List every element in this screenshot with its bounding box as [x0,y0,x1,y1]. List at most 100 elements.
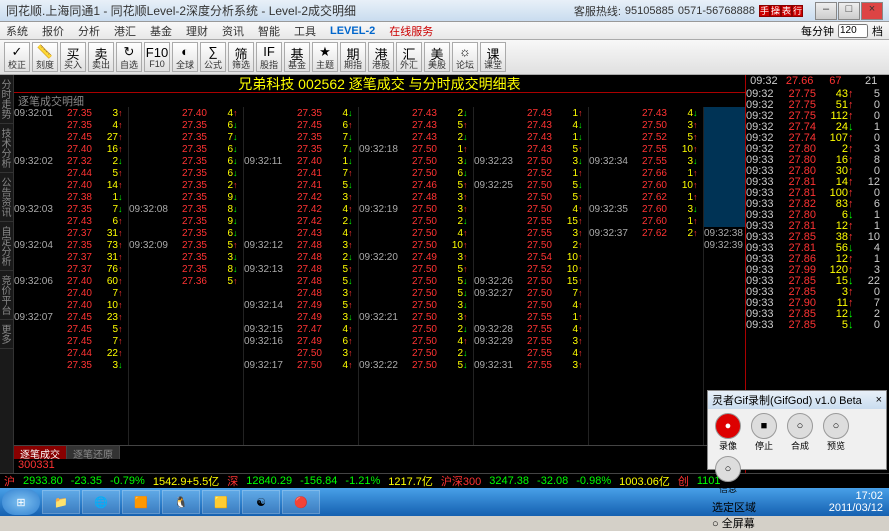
tool-港股[interactable]: 港港股 [368,42,394,72]
主题-icon: ★ [319,44,331,58]
tick-row: 27.676↑ [704,287,745,299]
tick-row: 09:32:1627.496↑ [244,335,358,347]
tool-股指[interactable]: IF股指 [256,42,282,72]
task-icon-5[interactable]: ☯ [242,490,280,514]
tick-row: 27.634↑ [704,155,745,167]
tool-刻度[interactable]: 📏刻度 [32,42,58,72]
tick-row: 27.424↑ [244,203,358,215]
tick-row: 09:32:1827.501↑ [359,143,473,155]
tick-row: 27.358↓ [129,263,243,275]
menu-9[interactable]: LEVEL-2 [330,25,375,37]
mini-表格[interactable]: 表 [781,5,792,17]
tick-row: 27.356↓ [129,227,243,239]
task-icon-4[interactable]: 🟨 [202,490,240,514]
mini-操盘[interactable]: 操 [770,5,781,17]
tick-row: 27.502↓ [359,323,473,335]
task-icon-6[interactable]: 🔴 [282,490,320,514]
gif-预览[interactable]: ○预览 [820,413,852,452]
sidetab-1[interactable]: 技术分析 [0,124,13,173]
gif-停止[interactable]: ■停止 [748,413,780,452]
tool-公式[interactable]: ∑公式 [200,42,226,72]
tool-美股[interactable]: 美美股 [424,42,450,72]
tool-自选[interactable]: ↻自选 [116,42,142,72]
tick-row: 09:32:0627.4060↑ [14,275,128,287]
menu-7[interactable]: 智能 [258,23,280,39]
tick-row: 27.359↓ [129,215,243,227]
menu-4[interactable]: 基金 [150,23,172,39]
tick-row: 27.655↑ [704,179,745,191]
gif-录像[interactable]: ●录像 [712,413,744,452]
rp-row: 09:3227.802↑3 [746,143,889,154]
tick-row: 27.431↓ [474,131,588,143]
sidetab-3[interactable]: 自定分析 [0,222,13,271]
close-button[interactable]: × [861,2,883,20]
status-item: 创 [678,473,689,489]
课堂-icon: 课 [486,44,499,58]
tick-row: 27.357↓ [244,143,358,155]
tick-row: 27.504↑ [474,203,588,215]
refresh-input[interactable] [838,24,868,38]
tick-row: 27.356↓ [129,119,243,131]
gif-opt[interactable]: ○ 全屏幕 [712,518,755,530]
rp-row: 09:3327.853↑0 [746,286,889,297]
sidetab-0[interactable]: 分时走势 [0,75,13,124]
tool-校正[interactable]: ✓校正 [4,42,30,72]
start-button[interactable]: ⊞ [2,489,40,515]
rp-row: 09:3327.8612↑1 [746,253,889,264]
gif-close-icon[interactable]: × [876,394,882,406]
status-item: 3247.38 [489,475,529,487]
minimize-button[interactable]: – [815,2,837,20]
status-item: -23.35 [71,475,102,487]
menu-0[interactable]: 系统 [6,23,28,39]
tick-row: 27.554↑ [474,347,588,359]
sidetab-2[interactable]: 公告资讯 [0,173,13,222]
task-icon-1[interactable]: 🌐 [82,490,120,514]
mini-手机[interactable]: 手 [759,5,770,17]
mini-行情[interactable]: 行 [792,5,803,17]
menu-8[interactable]: 工具 [294,23,316,39]
rp-head-vol: 67 [818,75,854,88]
bottab-0[interactable]: 逐笔成交 [14,446,67,459]
tool-外汇[interactable]: 汇外汇 [396,42,422,72]
tool-期指[interactable]: 期期指 [340,42,366,72]
tool-课堂[interactable]: 课课堂 [480,42,506,72]
tool-论坛[interactable]: ☼论坛 [452,42,478,72]
tool-基金[interactable]: 基基金 [284,42,310,72]
tool-全球[interactable]: ◐全球 [172,42,198,72]
task-icon-2[interactable]: 🟧 [122,490,160,514]
tick-row: 09:32:1327.485↑ [244,263,358,275]
tick-row: 27.506↓ [359,167,473,179]
gif-recorder-window[interactable]: 灵者Gif录制(GifGod) v1.0 Beta × ●录像■停止○合成○预览… [707,390,887,470]
sidetab-5[interactable]: 更多 [0,320,13,349]
tick-row: 09:32:0127.353↑ [14,107,128,119]
task-icon-3[interactable]: 🐧 [162,490,200,514]
menu-3[interactable]: 港汇 [114,23,136,39]
tick-row: 27.5515↑ [474,215,588,227]
menu-1[interactable]: 报价 [42,23,64,39]
status-item: -156.84 [300,475,337,487]
tool-主题[interactable]: ★主题 [312,42,338,72]
tool-F10[interactable]: F10F10 [144,42,170,72]
tool-买入[interactable]: 买买入 [60,42,86,72]
tick-row: 27.503↑ [244,347,358,359]
自选-icon: ↻ [124,44,135,58]
task-icon-0[interactable]: 📁 [42,490,80,514]
tick-row: 27.6511↑ [704,215,745,227]
rp-row: 09:3327.806↓1 [746,209,889,220]
tick-row: 09:32:1127.401↓ [244,155,358,167]
tick-row: 27.6010↑ [589,179,703,191]
menu-5[interactable]: 理财 [186,23,208,39]
tool-筛选[interactable]: 筛筛选 [228,42,254,72]
menu-6[interactable]: 资讯 [222,23,244,39]
tool-卖出[interactable]: 卖卖出 [88,42,114,72]
maximize-button[interactable]: □ [838,2,860,20]
tick-grid: 09:32:0127.353↑27.354↑27.4527↑27.4016↑09… [14,107,745,445]
gif-合成[interactable]: ○合成 [784,413,816,452]
rp-row: 09:3327.8538↑10 [746,231,889,242]
menu-2[interactable]: 分析 [78,23,100,39]
bottab-1[interactable]: 逐笔还原 [67,446,120,459]
gif-信息[interactable]: ○信息 [712,456,744,495]
tick-row: 27.505↑ [474,191,588,203]
sidetab-4[interactable]: 竞价平台 [0,271,13,320]
menu-10[interactable]: 在线服务 [389,23,433,39]
